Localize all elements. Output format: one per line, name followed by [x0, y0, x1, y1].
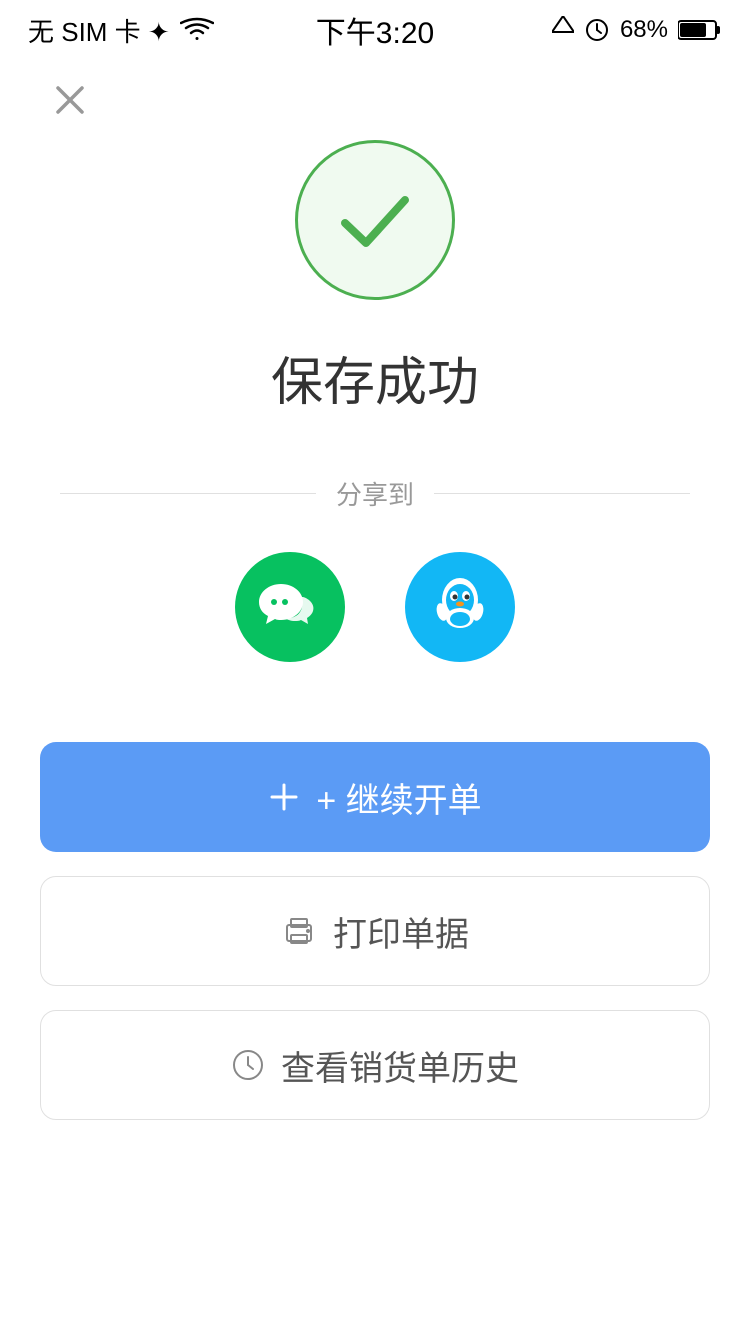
- status-right: 68%: [552, 16, 722, 44]
- battery-label: 68%: [620, 16, 668, 44]
- location-icon: [552, 16, 574, 44]
- continue-button[interactable]: + 继续开单: [40, 742, 710, 852]
- plus-icon: [268, 781, 300, 813]
- wifi-icon: [180, 17, 214, 43]
- qq-share-button[interactable]: [405, 552, 515, 662]
- clock-icon: [231, 1048, 265, 1082]
- wechat-share-button[interactable]: [235, 552, 345, 662]
- alarm-icon: [584, 17, 610, 43]
- qq-icon: [425, 572, 495, 642]
- divider-right: [434, 493, 690, 494]
- success-circle: [295, 140, 455, 300]
- main-content: 保存成功 分享到: [0, 60, 750, 1120]
- action-buttons: + 继续开单 打印单据 查看销货单历史: [0, 742, 750, 1120]
- history-button[interactable]: 查看销货单历史: [40, 1010, 710, 1120]
- checkmark-icon: [330, 175, 420, 265]
- share-label: 分享到: [336, 475, 414, 512]
- success-title: 保存成功: [271, 340, 479, 415]
- print-label: 打印单据: [333, 907, 469, 956]
- close-button[interactable]: [40, 70, 100, 130]
- print-button[interactable]: 打印单据: [40, 876, 710, 986]
- print-icon: [281, 915, 317, 947]
- wechat-icon: [255, 577, 325, 637]
- status-left: 无 SIM 卡 ✦: [28, 12, 214, 49]
- share-divider: 分享到: [0, 475, 750, 512]
- status-time: 下午3:20: [316, 8, 434, 52]
- battery-icon: [678, 19, 722, 41]
- status-bar: 无 SIM 卡 ✦ 下午3:20 68%: [0, 0, 750, 60]
- divider-left: [60, 493, 316, 494]
- continue-label: + 继续开单: [316, 773, 481, 822]
- share-icons: [235, 552, 515, 662]
- history-label: 查看销货单历史: [281, 1041, 519, 1090]
- sim-label: 无 SIM 卡 ✦: [28, 12, 170, 49]
